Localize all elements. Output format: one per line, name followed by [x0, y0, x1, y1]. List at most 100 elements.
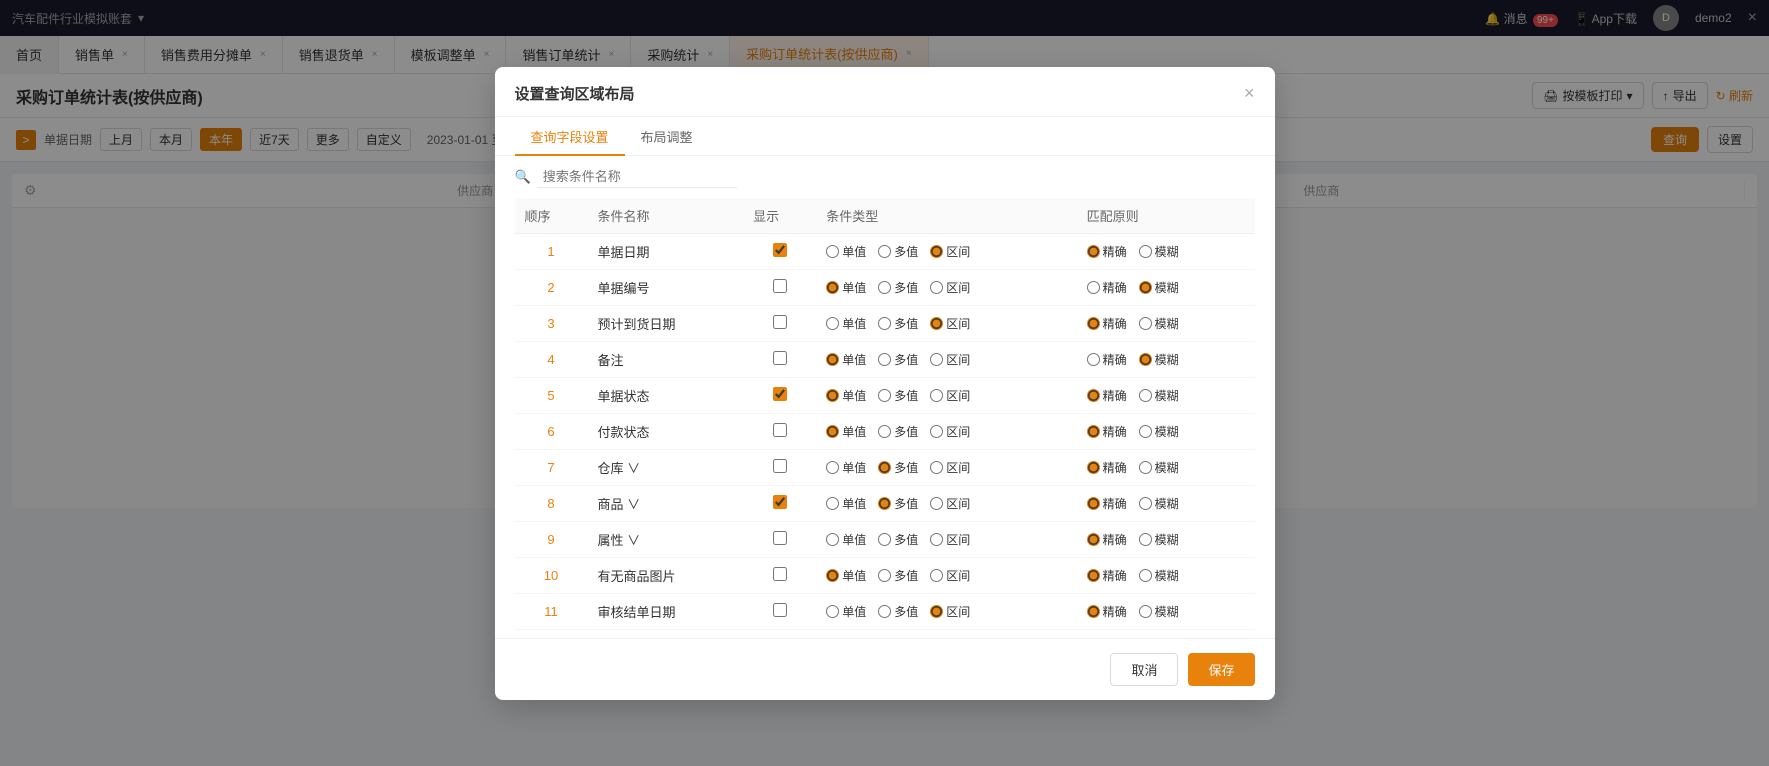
modal-close-button[interactable]: ×	[1244, 84, 1255, 102]
cell-display[interactable]	[743, 305, 816, 341]
cell-display[interactable]	[743, 269, 816, 305]
match-radio-match_fuzzy[interactable]: 模糊	[1139, 495, 1179, 512]
match-radio-match_exact[interactable]: 精确	[1087, 315, 1127, 332]
type-radio-type_range[interactable]: 区间	[930, 279, 970, 296]
type-radio-type_single[interactable]: 单值	[826, 387, 866, 404]
type-radio-type_multi[interactable]: 多值	[878, 423, 918, 440]
cell-order: 5	[515, 377, 588, 413]
cell-match: 精确模糊	[1077, 269, 1255, 305]
cell-type: 单值多值区间	[816, 305, 1076, 341]
cell-display[interactable]	[743, 521, 816, 557]
match-radio-match_fuzzy[interactable]: 模糊	[1139, 351, 1179, 368]
cell-match: 精确模糊	[1077, 341, 1255, 377]
match-radio-match_fuzzy[interactable]: 模糊	[1139, 243, 1179, 260]
cell-type: 单值多值区间	[816, 593, 1076, 629]
match-radio-match_exact[interactable]: 精确	[1087, 387, 1127, 404]
type-radio-type_single[interactable]: 单值	[826, 531, 866, 548]
match-radio-match_exact[interactable]: 精确	[1087, 279, 1127, 296]
match-radio-match_fuzzy[interactable]: 模糊	[1139, 567, 1179, 584]
display-checkbox[interactable]	[773, 567, 787, 581]
type-radio-type_range[interactable]: 区间	[930, 243, 970, 260]
match-radio-match_exact[interactable]: 精确	[1087, 423, 1127, 440]
display-checkbox[interactable]	[773, 243, 787, 257]
match-radio-match_fuzzy[interactable]: 模糊	[1139, 315, 1179, 332]
type-radio-type_range[interactable]: 区间	[930, 603, 970, 620]
type-radio-type_multi[interactable]: 多值	[878, 351, 918, 368]
type-radio-type_single[interactable]: 单值	[826, 279, 866, 296]
type-radio-type_range[interactable]: 区间	[930, 459, 970, 476]
display-checkbox[interactable]	[773, 351, 787, 365]
match-radio-match_fuzzy[interactable]: 模糊	[1139, 387, 1179, 404]
cell-order: 3	[515, 305, 588, 341]
cell-display[interactable]	[743, 341, 816, 377]
type-radio-type_single[interactable]: 单值	[826, 459, 866, 476]
modal-search-area: 🔍	[495, 156, 1275, 198]
type-radio-type_range[interactable]: 区间	[930, 387, 970, 404]
modal-search-input[interactable]	[537, 166, 737, 188]
type-radio-type_multi[interactable]: 多值	[878, 459, 918, 476]
match-radio-match_exact[interactable]: 精确	[1087, 459, 1127, 476]
match-radio-match_fuzzy[interactable]: 模糊	[1139, 603, 1179, 620]
cancel-button[interactable]: 取消	[1110, 653, 1178, 686]
modal-table: 顺序 条件名称 显示 条件类型 匹配原则 1单据日期单值多值区间精确模糊2单据编…	[495, 198, 1275, 630]
type-radio-type_single[interactable]: 单值	[826, 315, 866, 332]
type-radio-type_single[interactable]: 单值	[826, 423, 866, 440]
display-checkbox[interactable]	[773, 603, 787, 617]
type-radio-type_multi[interactable]: 多值	[878, 279, 918, 296]
cell-type: 单值多值区间	[816, 413, 1076, 449]
cell-match: 精确模糊	[1077, 521, 1255, 557]
type-radio-type_multi[interactable]: 多值	[878, 387, 918, 404]
save-button[interactable]: 保存	[1188, 653, 1254, 686]
display-checkbox[interactable]	[773, 315, 787, 329]
cell-display[interactable]	[743, 413, 816, 449]
type-radio-type_range[interactable]: 区间	[930, 531, 970, 548]
cell-type: 单值多值区间	[816, 449, 1076, 485]
modal-tab-field-settings[interactable]: 查询字段设置	[515, 117, 625, 156]
match-radio-match_fuzzy[interactable]: 模糊	[1139, 459, 1179, 476]
cell-display[interactable]	[743, 377, 816, 413]
cell-match: 精确模糊	[1077, 233, 1255, 269]
display-checkbox[interactable]	[773, 531, 787, 545]
display-checkbox[interactable]	[773, 423, 787, 437]
match-radio-match_fuzzy[interactable]: 模糊	[1139, 423, 1179, 440]
match-radio-match_exact[interactable]: 精确	[1087, 351, 1127, 368]
match-radio-match_exact[interactable]: 精确	[1087, 567, 1127, 584]
modal-tab-layout-adjust[interactable]: 布局调整	[625, 117, 709, 156]
display-checkbox[interactable]	[773, 387, 787, 401]
type-radio-type_multi[interactable]: 多值	[878, 603, 918, 620]
type-radio-type_multi[interactable]: 多值	[878, 495, 918, 512]
cell-name: 备注	[588, 341, 744, 377]
type-radio-type_single[interactable]: 单值	[826, 567, 866, 584]
match-radio-match_fuzzy[interactable]: 模糊	[1139, 279, 1179, 296]
type-radio-type_multi[interactable]: 多值	[878, 243, 918, 260]
type-radio-type_range[interactable]: 区间	[930, 495, 970, 512]
cell-display[interactable]	[743, 593, 816, 629]
type-radio-type_range[interactable]: 区间	[930, 567, 970, 584]
type-radio-type_multi[interactable]: 多值	[878, 315, 918, 332]
match-radio-match_exact[interactable]: 精确	[1087, 531, 1127, 548]
type-radio-type_single[interactable]: 单值	[826, 495, 866, 512]
type-radio-type_range[interactable]: 区间	[930, 423, 970, 440]
cell-display[interactable]	[743, 233, 816, 269]
display-checkbox[interactable]	[773, 459, 787, 473]
match-radio-match_exact[interactable]: 精确	[1087, 495, 1127, 512]
cell-name: 单据日期	[588, 233, 744, 269]
display-checkbox[interactable]	[773, 495, 787, 509]
match-radio-match_fuzzy[interactable]: 模糊	[1139, 531, 1179, 548]
type-radio-type_range[interactable]: 区间	[930, 315, 970, 332]
cell-match: 精确模糊	[1077, 485, 1255, 521]
type-radio-type_single[interactable]: 单值	[826, 351, 866, 368]
cell-display[interactable]	[743, 557, 816, 593]
cell-display[interactable]	[743, 449, 816, 485]
table-row: 1单据日期单值多值区间精确模糊	[515, 233, 1255, 269]
match-radio-match_exact[interactable]: 精确	[1087, 603, 1127, 620]
type-radio-type_single[interactable]: 单值	[826, 243, 866, 260]
type-radio-type_range[interactable]: 区间	[930, 351, 970, 368]
match-radio-match_exact[interactable]: 精确	[1087, 243, 1127, 260]
display-checkbox[interactable]	[773, 279, 787, 293]
cell-display[interactable]	[743, 485, 816, 521]
type-radio-type_multi[interactable]: 多值	[878, 531, 918, 548]
type-radio-type_single[interactable]: 单值	[826, 603, 866, 620]
type-radio-type_multi[interactable]: 多值	[878, 567, 918, 584]
cell-order: 4	[515, 341, 588, 377]
